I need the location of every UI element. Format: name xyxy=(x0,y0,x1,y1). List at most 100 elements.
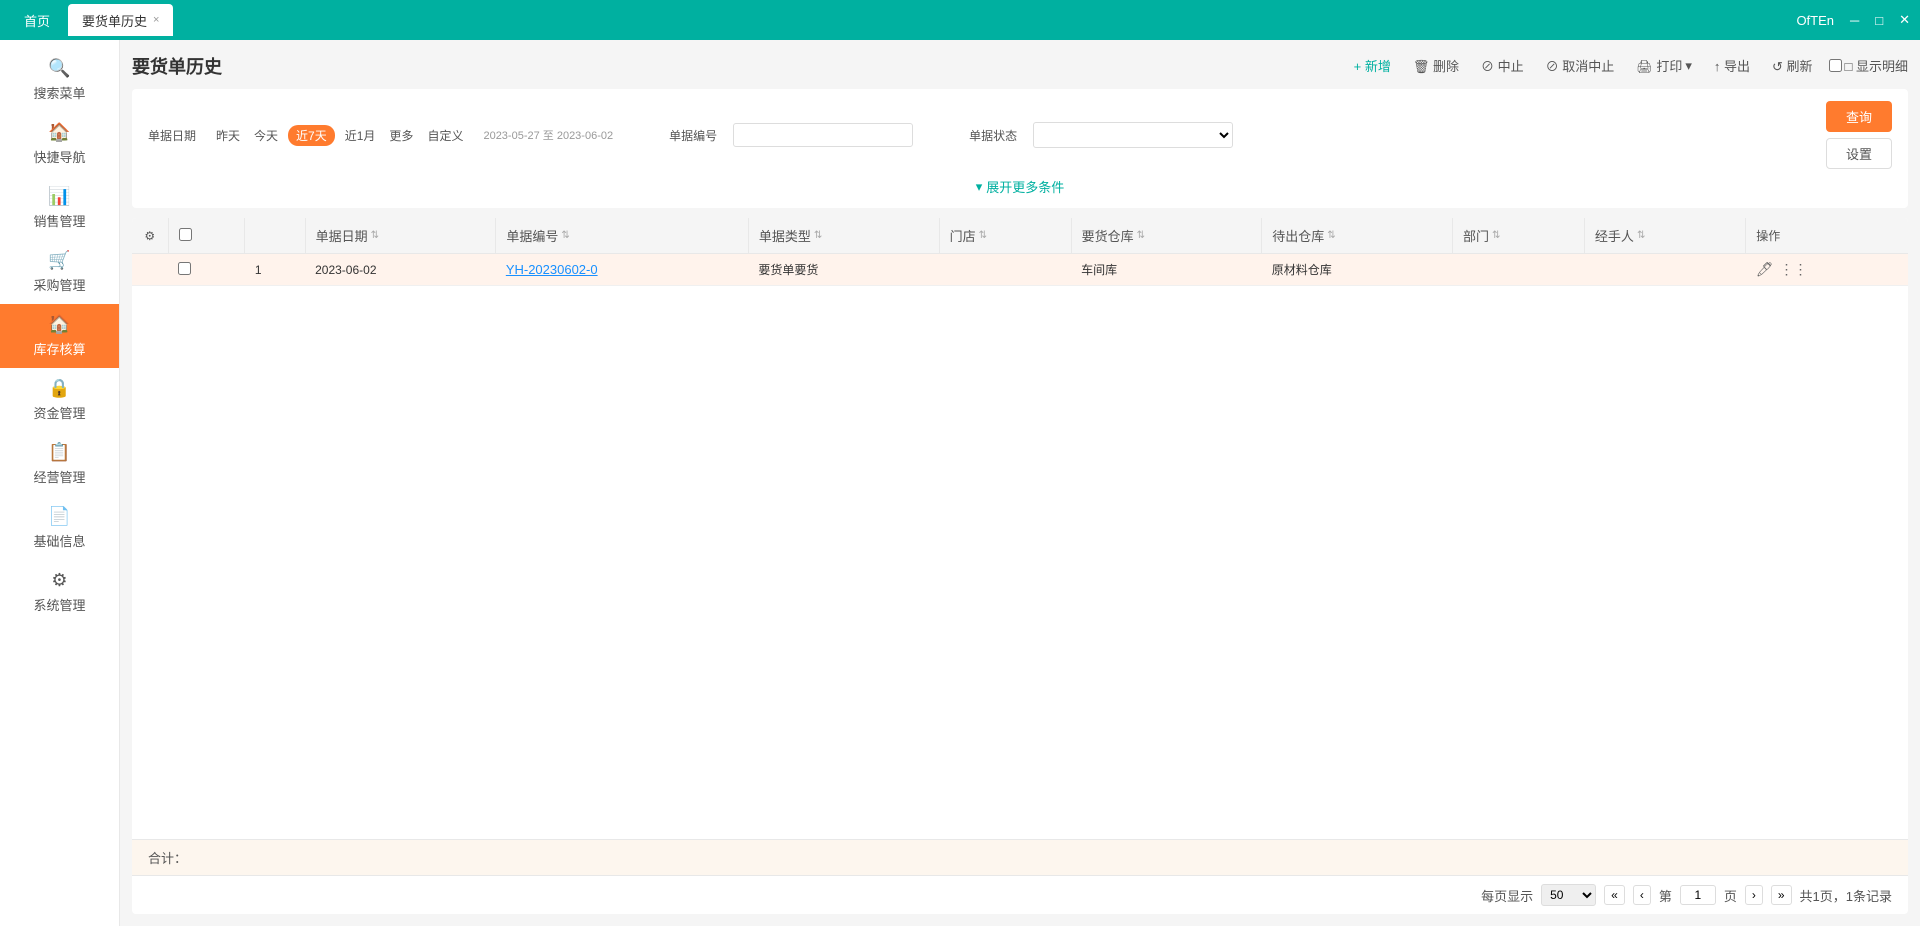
status-label: 单据状态 xyxy=(969,127,1017,144)
export-button[interactable]: ↑ 导出 xyxy=(1708,52,1756,79)
next-page-button[interactable]: › xyxy=(1745,885,1763,905)
sidebar-item-shortcut[interactable]: 🏠 快捷导航 xyxy=(0,112,119,176)
sort-date-icon[interactable]: ⇅ xyxy=(371,230,379,241)
page-size-label: 每页显示 xyxy=(1481,886,1533,905)
data-table: ⚙ 单据日期 ⇅ 单据编号 xyxy=(132,218,1908,286)
first-page-button[interactable]: « xyxy=(1604,885,1625,905)
date-btn-today[interactable]: 今天 xyxy=(250,125,282,146)
sidebar-item-finance[interactable]: 🔒 资金管理 xyxy=(0,368,119,432)
date-btn-7days[interactable]: 近7天 xyxy=(288,125,335,146)
row-checkbox[interactable] xyxy=(178,262,191,275)
row-more-icon[interactable]: ⋮⋮ xyxy=(1780,261,1808,278)
sidebar-item-base[interactable]: 📄 基础信息 xyxy=(0,496,119,560)
print-button[interactable]: 🖨 打印 ▾ xyxy=(1630,52,1698,79)
suspend-button[interactable]: ⊘ 中止 xyxy=(1475,52,1530,79)
home-icon: 🏠 xyxy=(48,122,70,143)
td-settings xyxy=(132,254,168,286)
th-handler-label: 经手人 xyxy=(1595,226,1634,245)
display-detail-button[interactable]: □ 显示明细 xyxy=(1829,56,1908,75)
th-checkbox xyxy=(168,218,245,254)
date-btn-yesterday[interactable]: 昨天 xyxy=(212,125,244,146)
doc-no-input[interactable] xyxy=(733,123,913,147)
maximize-icon[interactable]: □ xyxy=(1875,13,1883,28)
filter-row-1: 单据日期 昨天 今天 近7天 近1月 更多 自定义 2023-05-27 至 2… xyxy=(148,101,1892,169)
date-btn-more[interactable]: 更多 xyxy=(385,125,417,146)
page-unit: 页 xyxy=(1724,886,1737,905)
cancel-suspend-button-label: ⊘ 取消中止 xyxy=(1546,56,1615,75)
tab-requisition-history[interactable]: 要货单历史 × xyxy=(68,4,173,36)
status-select[interactable] xyxy=(1033,122,1233,148)
new-button[interactable]: + 新增 xyxy=(1348,52,1397,79)
date-filter-label: 单据日期 xyxy=(148,127,196,144)
delete-button[interactable]: 🗑 删除 xyxy=(1407,52,1465,79)
sidebar-item-search[interactable]: 🔍 搜索菜单 xyxy=(0,48,119,112)
inventory-icon: 🏠 xyxy=(48,314,70,335)
row-actions: 🖊 ⋮⋮ xyxy=(1756,261,1898,278)
th-store-label: 门店 xyxy=(950,226,976,245)
query-button[interactable]: 查询 xyxy=(1826,101,1892,132)
gear-icon: ⚙ xyxy=(51,570,67,591)
clipboard-icon: 📋 xyxy=(48,442,70,463)
chevron-down-icon: ▾ xyxy=(976,179,983,195)
th-date: 单据日期 ⇅ xyxy=(305,218,496,254)
sidebar-item-sales[interactable]: 📊 销售管理 xyxy=(0,176,119,240)
th-doctype-label: 单据类型 xyxy=(759,226,811,245)
sort-req-warehouse-icon[interactable]: ⇅ xyxy=(1137,230,1145,241)
th-department-label: 部门 xyxy=(1463,226,1489,245)
sidebar-label-purchase: 采购管理 xyxy=(33,275,85,294)
sidebar-item-purchase[interactable]: 🛒 采购管理 xyxy=(0,240,119,304)
th-req-warehouse: 要货仓库 ⇅ xyxy=(1071,218,1262,254)
td-wait-warehouse: 原材料仓库 xyxy=(1262,254,1453,286)
sort-docno-icon[interactable]: ⇅ xyxy=(561,230,569,241)
sidebar-label-shortcut: 快捷导航 xyxy=(33,147,85,166)
sidebar-label-finance: 资金管理 xyxy=(33,403,85,422)
td-department xyxy=(1452,254,1584,286)
new-button-label: + 新增 xyxy=(1354,56,1391,75)
select-all-checkbox[interactable] xyxy=(179,228,192,241)
tab-close-icon[interactable]: × xyxy=(153,14,159,26)
doc-no-link[interactable]: YH-20230602-0 xyxy=(506,262,598,277)
sort-store-icon[interactable]: ⇅ xyxy=(979,230,987,241)
date-btn-1month[interactable]: 近1月 xyxy=(341,125,380,146)
tab-home[interactable]: 首页 xyxy=(10,4,64,36)
sidebar-item-system[interactable]: ⚙ 系统管理 xyxy=(0,560,119,624)
toolbar: + 新增 🗑 删除 ⊘ 中止 ⊘ 取消中止 🖨 打印 ▾ ↑ 导出 xyxy=(1348,52,1908,79)
filter-settings-button[interactable]: 设置 xyxy=(1826,138,1892,169)
table-wrapper: ⚙ 单据日期 ⇅ 单据编号 xyxy=(132,218,1908,839)
sort-wait-warehouse-icon[interactable]: ⇅ xyxy=(1327,230,1335,241)
last-page-button[interactable]: » xyxy=(1771,885,1792,905)
chart-icon: 📊 xyxy=(48,186,70,207)
date-btn-custom[interactable]: 自定义 xyxy=(423,125,467,146)
th-settings[interactable]: ⚙ xyxy=(132,218,168,254)
content-area: 要货单历史 + 新增 🗑 删除 ⊘ 中止 ⊘ 取消中止 🖨 打印 ▾ xyxy=(120,40,1920,926)
date-range-display: 2023-05-27 至 2023-06-02 xyxy=(483,127,613,143)
requisition-tab-label: 要货单历史 xyxy=(82,11,147,30)
print-dropdown-icon[interactable]: ▾ xyxy=(1685,58,1692,74)
expand-filter-button[interactable]: ▾ 展开更多条件 xyxy=(976,177,1065,196)
suspend-button-label: ⊘ 中止 xyxy=(1481,56,1524,75)
cancel-suspend-button[interactable]: ⊘ 取消中止 xyxy=(1540,52,1621,79)
table-row: 1 2023-06-02 YH-20230602-0 要货单要货 车间库 原材料… xyxy=(132,254,1908,286)
th-doctype: 单据类型 ⇅ xyxy=(748,218,939,254)
prev-page-button[interactable]: ‹ xyxy=(1633,885,1651,905)
filter-area: 单据日期 昨天 今天 近7天 近1月 更多 自定义 2023-05-27 至 2… xyxy=(132,89,1908,208)
page-number-input[interactable] xyxy=(1680,885,1716,905)
minimize-icon[interactable]: ─ xyxy=(1850,13,1859,28)
th-req-warehouse-label: 要货仓库 xyxy=(1082,226,1134,245)
page-size-select[interactable]: 50 10 20 100 xyxy=(1541,884,1596,906)
sort-doctype-icon[interactable]: ⇅ xyxy=(814,230,822,241)
refresh-button[interactable]: ↺ 刷新 xyxy=(1766,52,1819,79)
delete-button-label: 🗑 删除 xyxy=(1413,56,1459,75)
page-header: 要货单历史 + 新增 🗑 删除 ⊘ 中止 ⊘ 取消中止 🖨 打印 ▾ xyxy=(132,52,1908,79)
td-docno: YH-20230602-0 xyxy=(496,254,749,286)
sort-handler-icon[interactable]: ⇅ xyxy=(1637,230,1645,241)
row-edit-icon[interactable]: 🖊 xyxy=(1756,261,1774,278)
doc-no-label: 单据编号 xyxy=(669,127,717,144)
sort-department-icon[interactable]: ⇅ xyxy=(1492,230,1500,241)
search-icon: 🔍 xyxy=(48,58,70,79)
sidebar-item-inventory[interactable]: 🏠 库存核算 xyxy=(0,304,119,368)
close-icon[interactable]: ✕ xyxy=(1899,12,1910,28)
display-detail-checkbox[interactable] xyxy=(1829,59,1842,72)
sidebar-label-system: 系统管理 xyxy=(33,595,85,614)
sidebar-item-operation[interactable]: 📋 经营管理 xyxy=(0,432,119,496)
